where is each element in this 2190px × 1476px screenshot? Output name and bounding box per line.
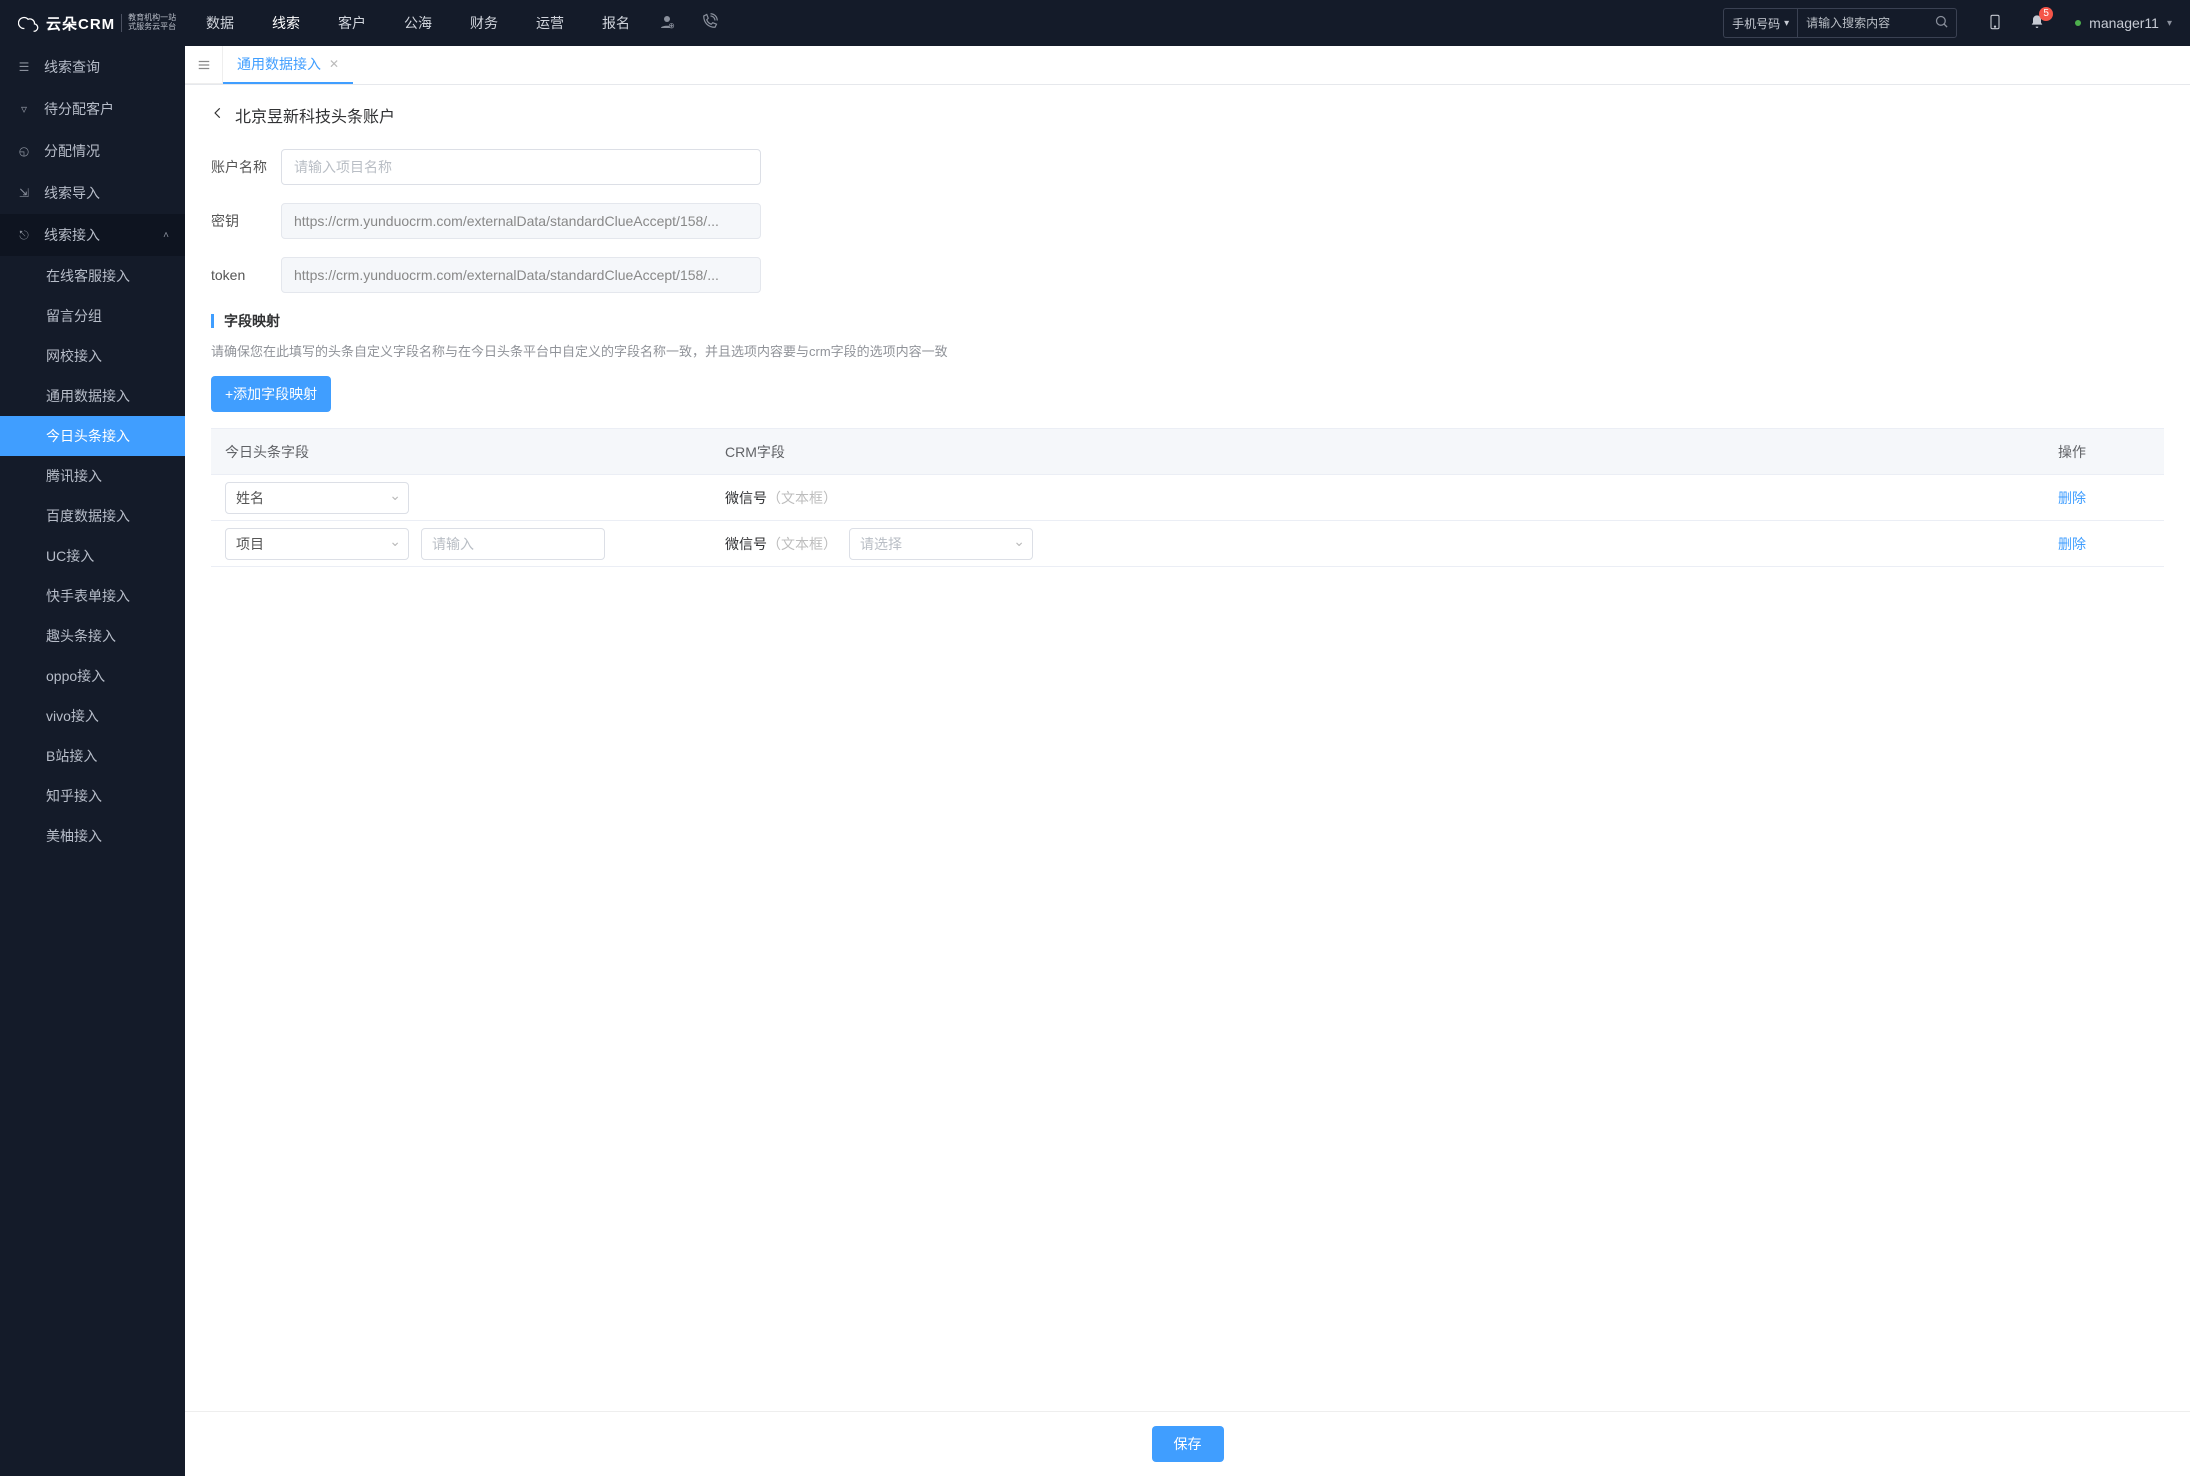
sidebar-sub-item[interactable]: 知乎接入 [0, 776, 185, 816]
token-input[interactable] [281, 257, 761, 293]
head-field-select[interactable] [225, 528, 409, 560]
tab-close-icon[interactable]: ✕ [329, 57, 339, 71]
sidebar-sub-item[interactable]: oppo接入 [0, 656, 185, 696]
global-search-input[interactable] [1797, 8, 1957, 38]
section-title: 字段映射 [224, 311, 280, 331]
section-description: 请确保您在此填写的头条自定义字段名称与在今日头条平台中自定义的字段名称一致，并且… [211, 341, 2164, 360]
sidebar-item[interactable]: ▿待分配客户 [0, 88, 185, 130]
sidebar-sub-item[interactable]: 留言分组 [0, 296, 185, 336]
secret-input[interactable] [281, 203, 761, 239]
section-accent-bar [211, 314, 214, 328]
chevron-down-icon: ▾ [2167, 18, 2172, 29]
secret-label: 密钥 [211, 211, 281, 231]
add-user-icon[interactable] [658, 13, 676, 34]
collapse-icon[interactable] [185, 46, 223, 84]
sidebar-sub-item[interactable]: 在线客服接入 [0, 256, 185, 296]
notification-count-badge: 5 [2039, 7, 2053, 21]
topnav-item[interactable]: 公海 [404, 13, 432, 33]
delete-row-link[interactable]: 删除 [2058, 536, 2086, 552]
crm-field-select[interactable] [849, 528, 1033, 560]
table-row: 微信号（文本框） 删除 [211, 475, 2164, 521]
sidebar-sub-item[interactable]: UC接入 [0, 536, 185, 576]
mobile-icon[interactable] [1987, 13, 2003, 34]
sidebar-sub-item[interactable]: 网校接入 [0, 336, 185, 376]
sidebar-sub-item[interactable]: 美柚接入 [0, 816, 185, 856]
table-header: 今日头条字段 CRM字段 操作 [211, 429, 2164, 475]
sidebar-sub-item[interactable]: B站接入 [0, 736, 185, 776]
topnav-item[interactable]: 运营 [536, 13, 564, 33]
tabs-bar: 通用数据接入✕ [185, 46, 2190, 85]
head-field-extra-input[interactable] [421, 528, 605, 560]
account-name-label: 账户名称 [211, 157, 281, 177]
tab[interactable]: 通用数据接入✕ [223, 46, 353, 84]
sidebar-item[interactable]: ◵分配情况 [0, 130, 185, 172]
user-menu[interactable]: manager11 ▾ [2075, 15, 2172, 31]
topnav-item[interactable]: 报名 [602, 13, 630, 33]
sidebar-sub-item[interactable]: 腾讯接入 [0, 456, 185, 496]
call-icon[interactable] [700, 13, 718, 34]
search-category-select[interactable]: 手机号码▾ [1723, 8, 1797, 38]
head-field-select[interactable] [225, 482, 409, 514]
back-icon[interactable] [211, 106, 225, 125]
crm-field-label: 微信号（文本框） [725, 534, 837, 554]
sidebar-sub-item[interactable]: 今日头条接入 [0, 416, 185, 456]
sidebar-sub-item[interactable]: 趣头条接入 [0, 616, 185, 656]
brand-logo: 云朵CRM 教育机构一站式服务云平台 [18, 12, 186, 34]
crm-field-label: 微信号（文本框） [725, 488, 837, 508]
sidebar-item[interactable]: ⇲线索导入 [0, 172, 185, 214]
delete-row-link[interactable]: 删除 [2058, 490, 2086, 506]
account-name-input[interactable] [281, 149, 761, 185]
table-row: 微信号（文本框） 删除 [211, 521, 2164, 567]
top-nav: 数据 线索 客户 公海 财务 运营 报名 [206, 13, 630, 33]
sidebar-sub-item[interactable]: vivo接入 [0, 696, 185, 736]
search-icon[interactable] [1934, 14, 1949, 32]
notifications-icon[interactable]: 5 [2029, 13, 2045, 34]
sidebar-item[interactable]: ⎋线索接入˄ [0, 214, 185, 256]
topnav-item[interactable]: 客户 [338, 13, 366, 33]
save-button[interactable]: 保存 [1152, 1426, 1224, 1462]
sidebar-sub-item[interactable]: 通用数据接入 [0, 376, 185, 416]
sidebar-item[interactable]: ☰线索查询 [0, 46, 185, 88]
status-dot [2075, 20, 2081, 26]
sidebar: ☰线索查询▿待分配客户◵分配情况⇲线索导入⎋线索接入˄在线客服接入留言分组网校接… [0, 46, 185, 1476]
topnav-item[interactable]: 财务 [470, 13, 498, 33]
sidebar-sub-item[interactable]: 快手表单接入 [0, 576, 185, 616]
topnav-item[interactable]: 线索 [272, 13, 300, 33]
token-label: token [211, 267, 281, 283]
page-title: 北京昱新科技头条账户 [235, 103, 395, 127]
sidebar-sub-item[interactable]: 百度数据接入 [0, 496, 185, 536]
add-mapping-button[interactable]: +添加字段映射 [211, 376, 331, 412]
topnav-item[interactable]: 数据 [206, 13, 234, 33]
